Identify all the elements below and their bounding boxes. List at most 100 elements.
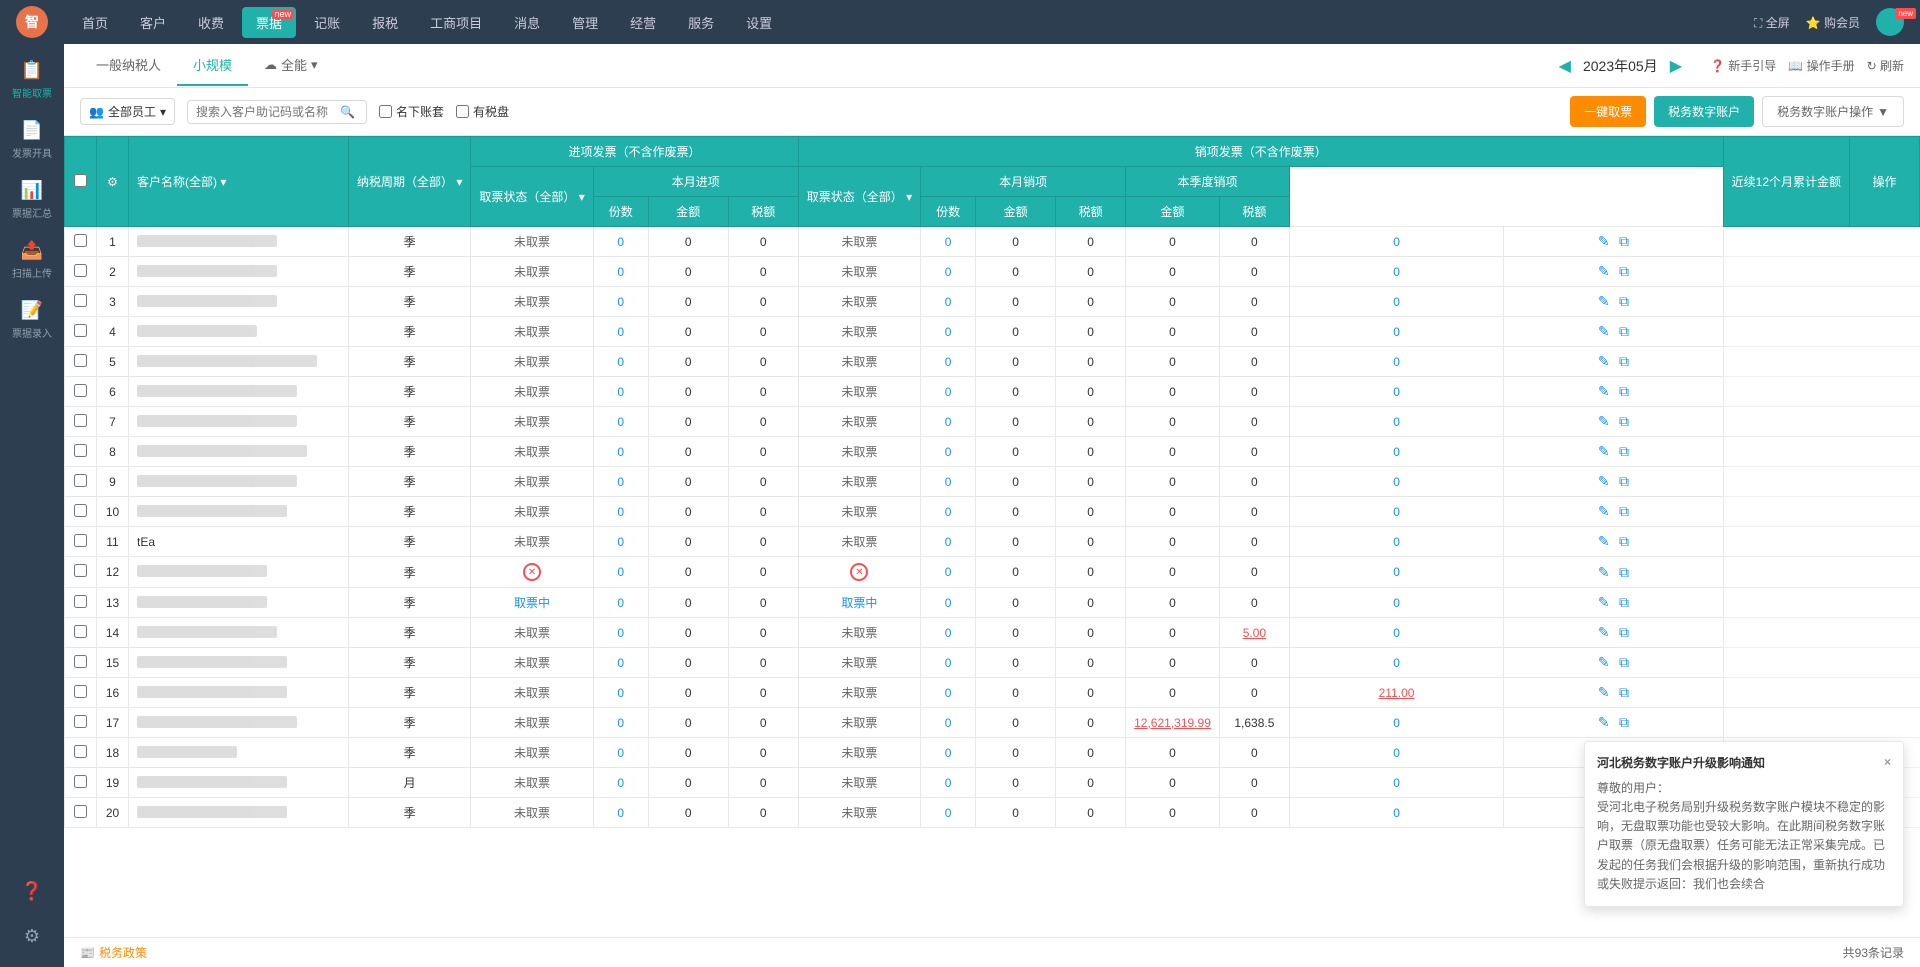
employee-filter[interactable]: 👥 全部员工 ▾ (80, 98, 175, 125)
refresh-btn[interactable]: ↻ 刷新 (1867, 57, 1904, 74)
row-checkbox[interactable] (74, 655, 87, 668)
copy-btn[interactable]: ⧉ (1619, 443, 1629, 459)
cumulative-zero-link[interactable]: 0 (1393, 475, 1400, 489)
nav-service[interactable]: 服务 (674, 7, 728, 38)
cumulative-zero-link[interactable]: 0 (1393, 445, 1400, 459)
cumulative-zero-link[interactable]: 0 (1393, 295, 1400, 309)
copy-btn[interactable]: ⧉ (1619, 564, 1629, 580)
cumulative-zero-link[interactable]: 0 (1393, 325, 1400, 339)
cumulative-zero-link[interactable]: 0 (1393, 626, 1400, 640)
prev-period-btn[interactable]: ◀ (1559, 56, 1571, 76)
edit-btn[interactable]: ✎ (1598, 594, 1610, 610)
fullscreen-btn[interactable]: ⛶ 全屏 (1754, 14, 1790, 31)
copy-btn[interactable]: ⧉ (1619, 473, 1629, 489)
edit-btn[interactable]: ✎ (1598, 564, 1610, 580)
row-checkbox[interactable] (74, 444, 87, 457)
nav-customer[interactable]: 客户 (126, 7, 180, 38)
has-tax-disk-checkbox[interactable] (456, 105, 469, 118)
tab-all-capability[interactable]: ☁ 全能 ▾ (248, 45, 334, 86)
cumulative-zero-link[interactable]: 0 (1393, 505, 1400, 519)
copy-btn[interactable]: ⧉ (1619, 293, 1629, 309)
sidebar-item-smart-invoice[interactable]: 📋 智能取票 new (4, 52, 60, 108)
cumulative-zero-link[interactable]: 0 (1393, 535, 1400, 549)
sidebar-item-scan-upload[interactable]: 📤 扫描上传 (4, 232, 60, 288)
search-icon[interactable]: 🔍 (340, 105, 355, 119)
edit-btn[interactable]: ✎ (1598, 413, 1610, 429)
search-input[interactable] (196, 105, 336, 119)
digital-account-btn[interactable]: 税务数字账户 (1654, 96, 1754, 127)
cumulative-zero-link[interactable]: 0 (1393, 565, 1400, 579)
tax-policy-link[interactable]: 📰 税务政策 (80, 944, 147, 961)
copy-btn[interactable]: ⧉ (1619, 684, 1629, 700)
nav-operations[interactable]: 经营 (616, 7, 670, 38)
copy-btn[interactable]: ⧉ (1619, 714, 1629, 730)
edit-btn[interactable]: ✎ (1598, 323, 1610, 339)
cumulative-zero-link[interactable]: 0 (1393, 265, 1400, 279)
manual-btn[interactable]: 📖 操作手册 (1788, 57, 1854, 74)
next-period-btn[interactable]: ▶ (1670, 56, 1682, 76)
nav-settings[interactable]: 设置 (732, 7, 786, 38)
cumulative-zero-link[interactable]: 0 (1393, 746, 1400, 760)
sidebar-item-settings-bottom[interactable]: ⚙ (4, 918, 60, 955)
edit-btn[interactable]: ✎ (1598, 624, 1610, 640)
copy-btn[interactable]: ⧉ (1619, 533, 1629, 549)
edit-btn[interactable]: ✎ (1598, 684, 1610, 700)
row-checkbox[interactable] (74, 534, 87, 547)
notification-close-btn[interactable]: × (1884, 755, 1891, 769)
row-checkbox[interactable] (74, 264, 87, 277)
cumulative-zero-link[interactable]: 0 (1393, 385, 1400, 399)
down-account-checkbox[interactable] (379, 105, 392, 118)
edit-btn[interactable]: ✎ (1598, 533, 1610, 549)
copy-btn[interactable]: ⧉ (1619, 624, 1629, 640)
new-guide-btn[interactable]: ❓ 新手引导 (1710, 57, 1776, 74)
row-checkbox[interactable] (74, 414, 87, 427)
row-checkbox[interactable] (74, 745, 87, 758)
down-account-checkbox-label[interactable]: 名下账套 (379, 103, 444, 120)
nav-business[interactable]: 工商项目 (416, 7, 496, 38)
one-key-invoice-btn[interactable]: 一键取票 (1570, 96, 1646, 127)
copy-btn[interactable]: ⧉ (1619, 323, 1629, 339)
row-checkbox[interactable] (74, 354, 87, 367)
edit-btn[interactable]: ✎ (1598, 443, 1610, 459)
edit-btn[interactable]: ✎ (1598, 293, 1610, 309)
member-btn[interactable]: ⭐ 购会员 (1806, 14, 1860, 31)
nav-admin[interactable]: 管理 (558, 7, 612, 38)
copy-btn[interactable]: ⧉ (1619, 654, 1629, 670)
copy-btn[interactable]: ⧉ (1619, 383, 1629, 399)
row-checkbox[interactable] (74, 715, 87, 728)
cumulative-zero-link[interactable]: 0 (1393, 656, 1400, 670)
row-checkbox[interactable] (74, 474, 87, 487)
copy-btn[interactable]: ⧉ (1619, 503, 1629, 519)
edit-btn[interactable]: ✎ (1598, 383, 1610, 399)
digital-account-ops-btn[interactable]: 税务数字账户操作 ▼ (1762, 96, 1904, 127)
copy-btn[interactable]: ⧉ (1619, 233, 1629, 249)
edit-btn[interactable]: ✎ (1598, 353, 1610, 369)
row-checkbox[interactable] (74, 775, 87, 788)
row-checkbox[interactable] (74, 324, 87, 337)
edit-btn[interactable]: ✎ (1598, 654, 1610, 670)
nav-home[interactable]: 首页 (68, 7, 122, 38)
cumulative-zero-link[interactable]: 0 (1393, 806, 1400, 820)
edit-btn[interactable]: ✎ (1598, 503, 1610, 519)
sidebar-item-help[interactable]: ❓ (4, 873, 60, 910)
row-checkbox[interactable] (74, 504, 87, 517)
copy-btn[interactable]: ⧉ (1619, 263, 1629, 279)
row-checkbox[interactable] (74, 625, 87, 638)
nav-tax[interactable]: 报税 (358, 7, 412, 38)
row-checkbox[interactable] (74, 384, 87, 397)
sale-tax-highlight[interactable]: 5.00 (1243, 626, 1266, 640)
cumulative-zero-link[interactable]: 0 (1393, 235, 1400, 249)
cumulative-highlight[interactable]: 211.00 (1379, 686, 1415, 700)
copy-btn[interactable]: ⧉ (1619, 594, 1629, 610)
row-checkbox[interactable] (74, 294, 87, 307)
cumulative-zero-link[interactable]: 0 (1393, 596, 1400, 610)
cumulative-zero-link[interactable]: 0 (1393, 716, 1400, 730)
sidebar-item-invoice-summary[interactable]: 📊 票据汇总 (4, 172, 60, 228)
edit-btn[interactable]: ✎ (1598, 714, 1610, 730)
cumulative-zero-link[interactable]: 0 (1393, 776, 1400, 790)
nav-invoice[interactable]: 票据 new (242, 7, 296, 38)
edit-btn[interactable]: ✎ (1598, 263, 1610, 279)
edit-btn[interactable]: ✎ (1598, 473, 1610, 489)
nav-billing[interactable]: 收费 (184, 7, 238, 38)
cumulative-zero-link[interactable]: 0 (1393, 355, 1400, 369)
